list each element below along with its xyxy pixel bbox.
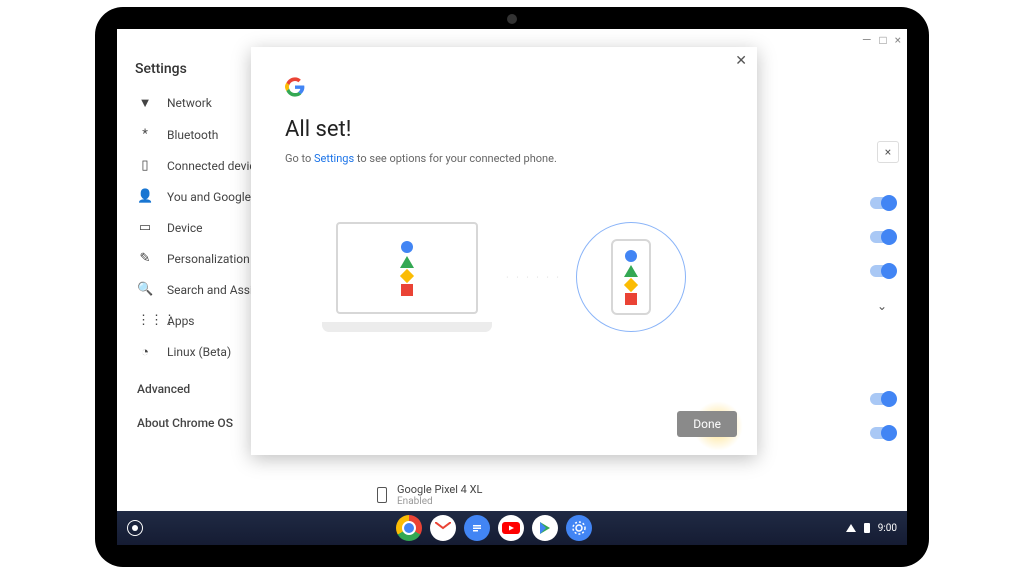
- shelf: 9:00: [117, 511, 907, 545]
- settings-link[interactable]: Settings: [314, 152, 354, 165]
- nav-label: You and Google: [167, 190, 251, 204]
- chevron-down-icon[interactable]: ⌄: [877, 299, 887, 313]
- nav-label: Bluetooth: [167, 128, 218, 142]
- connection-dots: · · · · · ·: [506, 273, 561, 282]
- laptop-icon: ▭: [137, 220, 153, 235]
- screen: — □ × Settings ▼ Network * Bluetooth ▯ C…: [117, 29, 907, 545]
- search-icon: 🔍: [137, 282, 153, 297]
- dialog-body: Go to Settings to see options for your c…: [285, 152, 723, 165]
- done-button[interactable]: Done: [677, 411, 737, 437]
- window-minimize-icon[interactable]: —: [862, 33, 871, 47]
- bluetooth-icon: *: [137, 127, 153, 142]
- shelf-app-play[interactable]: [532, 515, 558, 541]
- shelf-app-docs[interactable]: [464, 515, 490, 541]
- shape-square-icon: [625, 293, 637, 305]
- nav-label: Device: [167, 221, 203, 235]
- shape-diamond-icon: [624, 277, 638, 291]
- window-close-icon[interactable]: ×: [895, 33, 901, 47]
- phone-circle: [576, 222, 686, 332]
- shape-circle-icon: [625, 250, 637, 262]
- clock: 9:00: [878, 523, 897, 534]
- toggle-switch[interactable]: [870, 197, 894, 209]
- nav-label: Linux (Beta): [167, 345, 231, 359]
- nav-label: Network: [167, 96, 212, 110]
- apps-grid-icon: ⋮⋮⋮: [137, 313, 153, 328]
- shelf-status[interactable]: 9:00: [846, 523, 897, 534]
- device-name: Google Pixel 4 XL: [397, 483, 482, 496]
- illustration: · · · · · ·: [251, 197, 757, 357]
- toggle-switch[interactable]: [870, 231, 894, 243]
- toggle-stack: ⌄: [867, 197, 897, 439]
- toggle-switch[interactable]: [870, 393, 894, 405]
- dismiss-card-button[interactable]: ×: [877, 141, 899, 163]
- nav-label: Apps: [167, 314, 195, 328]
- brush-icon: ✎: [137, 251, 153, 266]
- shelf-app-youtube[interactable]: [498, 515, 524, 541]
- wifi-icon: ▼: [137, 95, 153, 111]
- shape-square-icon: [401, 284, 413, 296]
- phone-icon: ▯: [137, 158, 153, 173]
- wifi-status-icon: [846, 524, 856, 532]
- phone-outline-icon: [377, 487, 387, 503]
- phone-illustration: [611, 239, 651, 315]
- laptop-illustration: [322, 222, 492, 332]
- battery-status-icon: [864, 523, 870, 533]
- launcher-button[interactable]: [127, 520, 143, 536]
- window-controls: — □ ×: [862, 33, 901, 47]
- camera-dot: [507, 14, 517, 24]
- shape-triangle-icon: [400, 256, 414, 268]
- shape-diamond-icon: [400, 268, 414, 282]
- toggle-switch[interactable]: [870, 427, 894, 439]
- toggle-switch[interactable]: [870, 265, 894, 277]
- all-set-dialog: ✕ All set! Go to Settings to see options…: [251, 47, 757, 455]
- shape-triangle-icon: [624, 265, 638, 277]
- shelf-apps: [396, 515, 592, 541]
- shelf-app-settings[interactable]: [566, 515, 592, 541]
- connected-device-row[interactable]: Google Pixel 4 XL Enabled: [377, 483, 482, 507]
- tablet-frame: — □ × Settings ▼ Network * Bluetooth ▯ C…: [95, 7, 929, 567]
- person-icon: 👤: [137, 189, 153, 204]
- shelf-app-chrome[interactable]: [396, 515, 422, 541]
- dialog-title: All set!: [285, 117, 723, 142]
- dialog-close-button[interactable]: ✕: [735, 53, 747, 69]
- device-status: Enabled: [397, 496, 482, 507]
- shape-circle-icon: [401, 241, 413, 253]
- nav-label: Personalization: [167, 252, 250, 266]
- google-g-icon: [285, 77, 305, 97]
- linux-icon: ◔: [137, 344, 153, 360]
- window-maximize-icon[interactable]: □: [879, 33, 886, 47]
- shelf-app-gmail[interactable]: [430, 515, 456, 541]
